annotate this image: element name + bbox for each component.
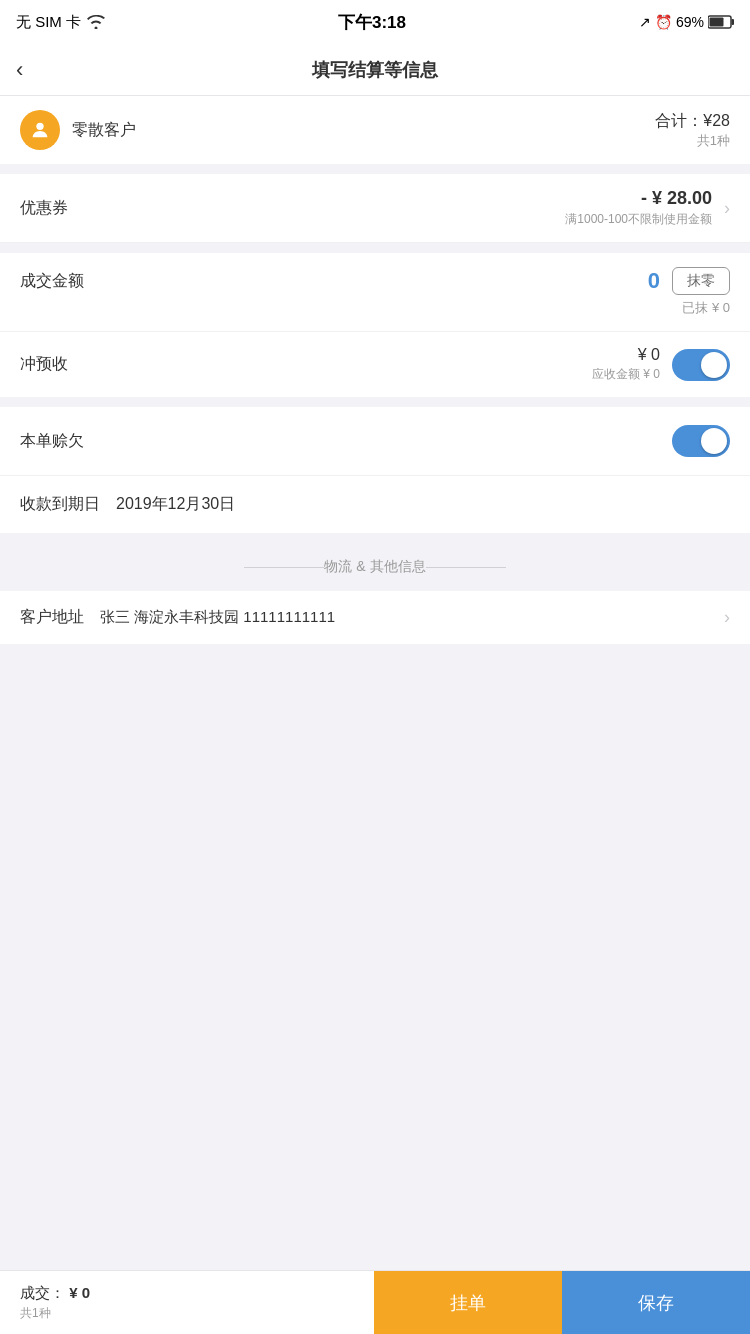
- hang-sale-button[interactable]: 挂单: [374, 1271, 562, 1335]
- prereceive-amount-block: ¥ 0 应收金额 ¥ 0: [592, 346, 660, 383]
- battery-text: 69%: [676, 14, 704, 30]
- transaction-value: 0: [648, 268, 660, 294]
- battery-icon: [708, 15, 734, 29]
- due-date-section: 收款到期日 2019年12月30日: [0, 475, 750, 533]
- bottom-deal: 成交： ¥ 0: [20, 1284, 354, 1303]
- transaction-section: 成交金额 0 抹零 已抹 ¥ 0: [0, 253, 750, 331]
- status-time: 下午3:18: [338, 11, 406, 34]
- customer-total: 合计：¥28 共1种: [655, 111, 730, 150]
- carrier-text: 无 SIM 卡: [16, 13, 81, 32]
- transaction-right: 0 抹零: [648, 267, 730, 295]
- prereceive-section: 冲预收 ¥ 0 应收金额 ¥ 0: [0, 331, 750, 397]
- transaction-sub: 已抹 ¥ 0: [20, 299, 730, 317]
- credit-label: 本单赊欠: [20, 431, 84, 452]
- customer-left: 零散客户: [20, 110, 136, 150]
- back-button[interactable]: ‹: [16, 57, 23, 83]
- status-bar: 无 SIM 卡 下午3:18 ↗ ⏰ 69%: [0, 0, 750, 44]
- chevron-icon: ›: [724, 198, 730, 219]
- divider-4: [0, 533, 750, 543]
- bottom-deal-label: 成交：: [20, 1284, 65, 1301]
- address-label: 客户地址: [20, 607, 84, 628]
- transaction-label: 成交金额: [20, 271, 84, 292]
- customer-name: 零散客户: [72, 120, 136, 141]
- customer-avatar: [20, 110, 60, 150]
- bottom-deal-amount: ¥ 0: [69, 1284, 90, 1301]
- hang-sale-label: 挂单: [450, 1291, 486, 1315]
- spacer: [0, 644, 750, 724]
- save-button[interactable]: 保存: [562, 1271, 750, 1335]
- nav-bar: ‹ 填写结算等信息: [0, 44, 750, 96]
- prereceive-right: ¥ 0 应收金额 ¥ 0: [592, 346, 730, 383]
- address-chevron-icon: ›: [724, 607, 730, 628]
- page-title: 填写结算等信息: [312, 58, 438, 82]
- due-date-value: 2019年12月30日: [116, 494, 235, 515]
- coupon-value: - ¥ 28.00 满1000-100不限制使用金额: [565, 188, 712, 228]
- transaction-top: 成交金额 0 抹零: [20, 267, 730, 295]
- prereceive-amount: ¥ 0: [592, 346, 660, 364]
- save-label: 保存: [638, 1291, 674, 1315]
- coupon-label: 优惠券: [20, 198, 68, 219]
- round-button[interactable]: 抹零: [672, 267, 730, 295]
- bottom-bar: 成交： ¥ 0 共1种 挂单 保存: [0, 1270, 750, 1334]
- coupon-right: - ¥ 28.00 满1000-100不限制使用金额 ›: [565, 188, 730, 228]
- location-icon: ↗: [639, 14, 651, 30]
- svg-point-3: [36, 123, 43, 130]
- logistics-line-right: [426, 567, 506, 568]
- prereceive-sub: 应收金额 ¥ 0: [592, 366, 660, 383]
- logistics-line-left: [244, 567, 324, 568]
- total-count: 共1种: [655, 132, 730, 150]
- svg-rect-1: [731, 19, 734, 25]
- alarm-icon: ⏰: [655, 14, 672, 30]
- prereceive-toggle[interactable]: [672, 349, 730, 381]
- total-amount: 合计：¥28: [655, 111, 730, 132]
- due-date-label: 收款到期日: [20, 494, 100, 515]
- status-right: ↗ ⏰ 69%: [639, 14, 734, 30]
- svg-rect-2: [709, 18, 723, 27]
- divider-2: [0, 243, 750, 253]
- coupon-desc: 满1000-100不限制使用金额: [565, 211, 712, 228]
- credit-toggle[interactable]: [672, 425, 730, 457]
- divider-1: [0, 164, 750, 174]
- prereceive-label: 冲预收: [20, 354, 68, 375]
- address-row[interactable]: 客户地址 张三 海淀永丰科技园 11111111111 ›: [0, 591, 750, 644]
- logistics-text: 物流 & 其他信息: [324, 558, 425, 576]
- bottom-count: 共1种: [20, 1305, 354, 1322]
- customer-row: 零散客户 合计：¥28 共1种: [0, 96, 750, 164]
- divider-3: [0, 397, 750, 407]
- logistics-divider: 物流 & 其他信息: [0, 543, 750, 591]
- bottom-info: 成交： ¥ 0 共1种: [0, 1284, 374, 1322]
- address-value: 张三 海淀永丰科技园 11111111111: [100, 608, 720, 627]
- coupon-amount: - ¥ 28.00: [565, 188, 712, 209]
- prereceive-top: 冲预收 ¥ 0 应收金额 ¥ 0: [20, 346, 730, 383]
- status-left: 无 SIM 卡: [16, 13, 105, 32]
- credit-section: 本单赊欠: [0, 407, 750, 475]
- coupon-row[interactable]: 优惠券 - ¥ 28.00 满1000-100不限制使用金额 ›: [0, 174, 750, 243]
- wifi-icon: [87, 15, 105, 29]
